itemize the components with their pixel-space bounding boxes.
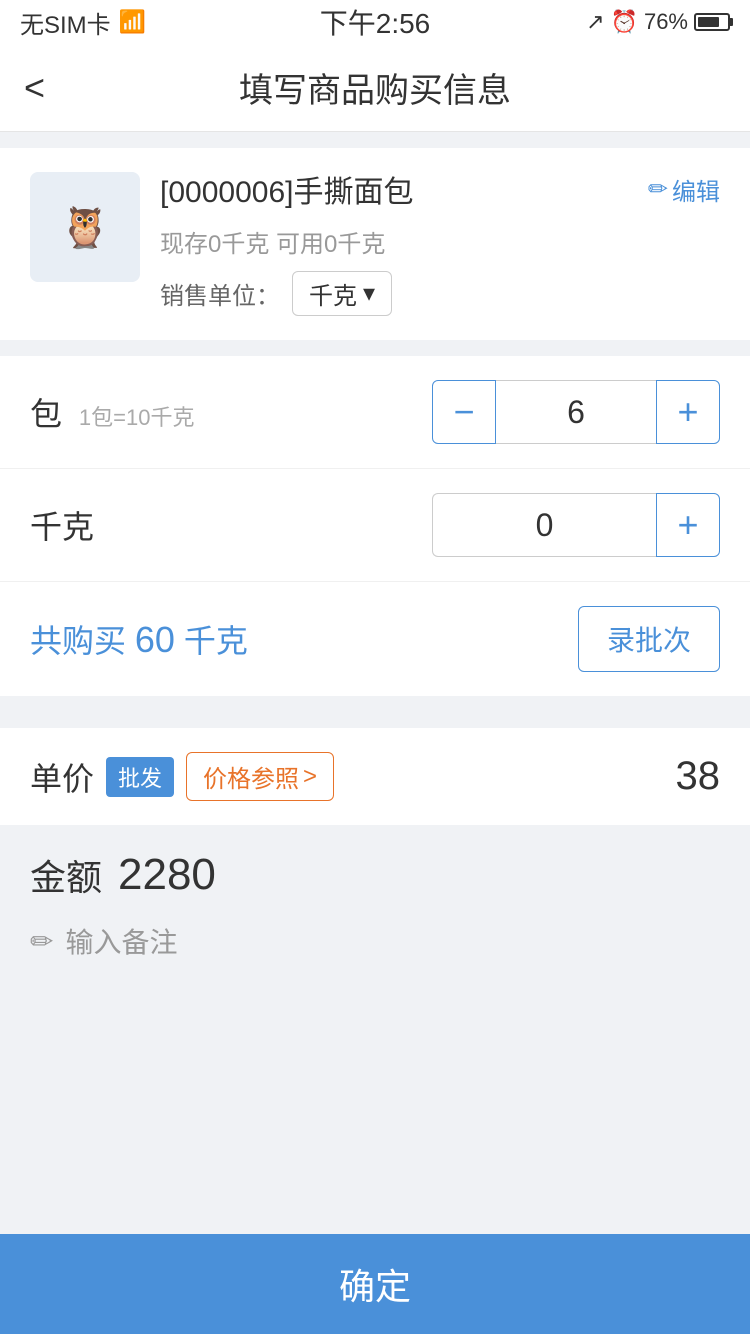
total-unit: 千克 (184, 623, 248, 659)
batch-button[interactable]: 录批次 (578, 606, 720, 672)
battery-icon (694, 13, 730, 31)
bag-input-row: 包 1包=10千克 − + (0, 356, 750, 469)
product-name: [0000006]手撕面包 (160, 172, 720, 214)
product-unit-row: 销售单位： 千克 ▾ (160, 271, 720, 316)
product-logo-icon: 🦉 (60, 204, 110, 251)
bag-number-control: − + (432, 380, 720, 444)
input-section: 包 1包=10千克 − + 千克 + (0, 356, 750, 582)
pencil-icon: ✏ (30, 925, 53, 958)
price-label: 单价 (30, 754, 94, 800)
kg-label: 千克 (30, 502, 432, 548)
nav-bar: < 填写商品购买信息 (0, 44, 750, 132)
edit-icon: ✏ (648, 175, 668, 204)
price-tag: 批发 (106, 757, 174, 797)
carrier-text: 无SIM卡 (20, 5, 111, 40)
confirm-label: 确定 (339, 1258, 411, 1310)
status-left: 无SIM卡 📶 (20, 5, 146, 40)
status-time: 下午2:56 (320, 2, 431, 42)
kg-input-row: 千克 + (0, 469, 750, 582)
amount-row: 金额 2280 (30, 849, 720, 921)
price-section: 单价 批发 价格参照 > 38 (0, 728, 750, 825)
remark-placeholder: 输入备注 (65, 921, 177, 961)
divider-1 (0, 340, 750, 356)
bag-increment-button[interactable]: + (656, 380, 720, 444)
bag-hint: 1包=10千克 (79, 405, 195, 430)
chevron-down-icon: ▾ (363, 279, 375, 308)
bag-label: 包 1包=10千克 (30, 389, 432, 435)
confirm-bar[interactable]: 确定 (0, 1234, 750, 1334)
page-title: 填写商品购买信息 (239, 63, 511, 112)
battery-fill (698, 17, 719, 27)
divider-2 (0, 696, 750, 712)
product-card: 🦉 [0000006]手撕面包 现存0千克 可用0千克 销售单位： 千克 ▾ ✏… (0, 148, 750, 340)
amount-value: 2280 (118, 850, 216, 900)
price-value: 38 (676, 754, 721, 799)
kg-input[interactable] (432, 493, 656, 557)
edit-label: 编辑 (672, 172, 720, 207)
alarm-icon: ⏰ (611, 9, 638, 35)
price-reference-button[interactable]: 价格参照 > (186, 752, 334, 801)
unit-selector[interactable]: 千克 ▾ (292, 271, 392, 316)
total-row: 共购买 60 千克 录批次 (0, 582, 750, 696)
chevron-right-icon: > (303, 763, 317, 791)
amount-label: 金额 (30, 849, 102, 901)
total-amount: 60 (135, 619, 175, 660)
back-button[interactable]: < (24, 67, 45, 109)
kg-number-control: + (432, 493, 720, 557)
unit-label: 销售单位： (160, 276, 280, 311)
price-row: 单价 批发 价格参照 > 38 (30, 752, 720, 801)
remark-row[interactable]: ✏ 输入备注 (30, 921, 720, 985)
total-label: 共购买 (30, 623, 126, 659)
total-text: 共购买 60 千克 (30, 616, 248, 662)
price-ref-label: 价格参照 (203, 759, 299, 794)
edit-button[interactable]: ✏ 编辑 (648, 172, 720, 207)
bag-input[interactable] (496, 380, 656, 444)
product-info: [0000006]手撕面包 现存0千克 可用0千克 销售单位： 千克 ▾ (160, 172, 720, 316)
amount-section: 金额 2280 ✏ 输入备注 (0, 825, 750, 985)
kg-increment-button[interactable]: + (656, 493, 720, 557)
battery-text: 76% (644, 9, 688, 35)
status-right: ↗ ⏰ 76% (586, 9, 730, 35)
status-bar: 无SIM卡 📶 下午2:56 ↗ ⏰ 76% (0, 0, 750, 44)
product-thumbnail: 🦉 (30, 172, 140, 282)
product-stock: 现存0千克 可用0千克 (160, 224, 720, 259)
wifi-icon: 📶 (119, 9, 146, 35)
gps-icon: ↗ (586, 9, 604, 35)
bag-decrement-button[interactable]: − (432, 380, 496, 444)
unit-value: 千克 (309, 276, 357, 311)
